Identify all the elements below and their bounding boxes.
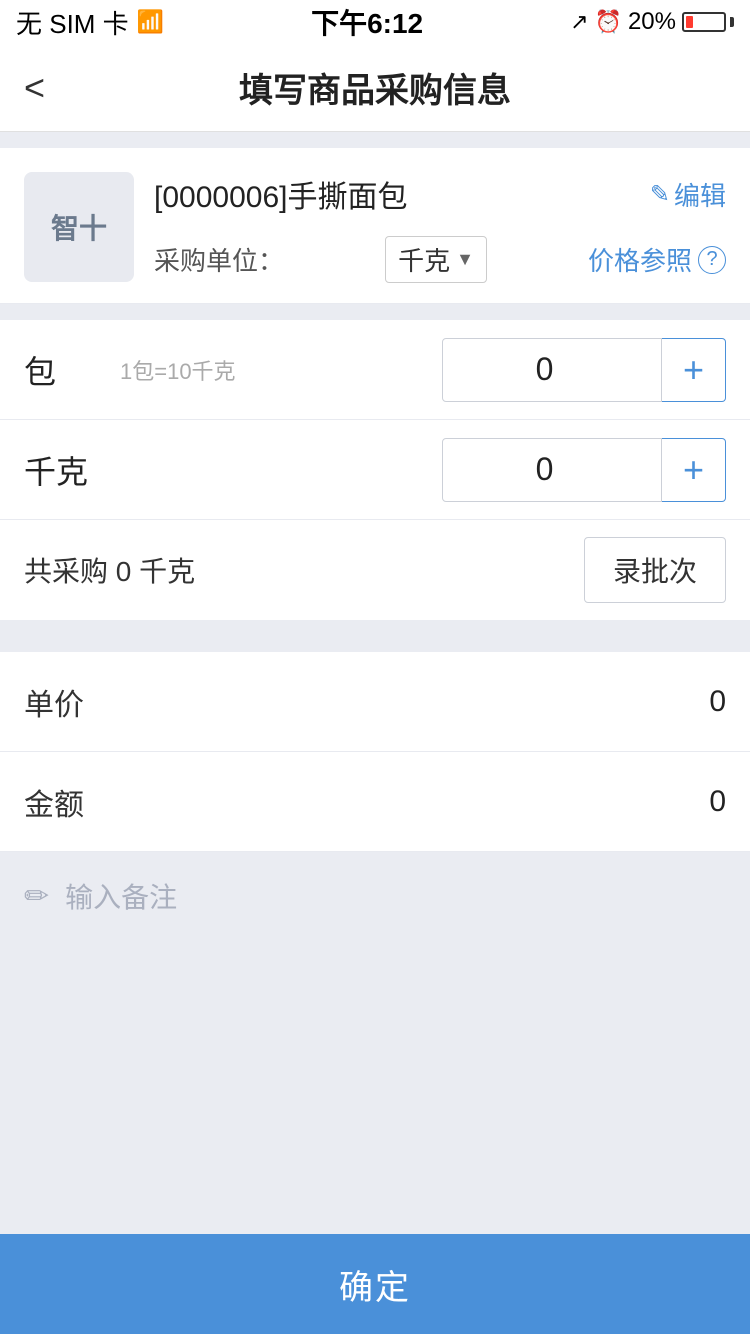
content-spacer [0,940,750,1220]
product-name: [0000006]手撕面包 [154,172,407,216]
input-section: 包 1包=10千克 + 千克 + 共采购 0 千克 录批次 [0,320,750,620]
unit-price-label: 单价 [24,680,84,724]
bag-number-input[interactable] [442,338,662,402]
pencil-icon: ✏ [24,879,49,914]
edit-icon: ✎ [650,180,670,209]
total-label: 共采购 0 千克 [24,550,195,590]
status-bar: 无 SIM 卡 📶 下午6:12 ↗ ⏰ 20% [0,0,750,44]
battery-icon [682,12,734,32]
kg-plus-button[interactable]: + [662,438,726,502]
amount-label: 金额 [24,780,84,824]
kg-input-row: 千克 + [0,420,750,520]
unit-price-row: 单价 0 [0,652,750,752]
product-image: 智十 [24,172,134,282]
remark-placeholder: 输入备注 [65,876,177,916]
bag-plus-button[interactable]: + [662,338,726,402]
unit-label: 采购单位： [154,241,284,278]
wifi-icon: 📶 [137,9,164,35]
status-right: ↗ ⏰ 20% [570,8,734,36]
dropdown-arrow-icon: ▼ [456,249,474,270]
bag-sublabel: 1包=10千克 [120,354,236,386]
kg-label: 千克 [24,447,114,493]
section-divider-2 [0,620,750,636]
price-ref-button[interactable]: 价格参照 ? [588,241,726,278]
back-button[interactable]: < [24,67,84,109]
carrier-label: 无 SIM 卡 [16,4,129,41]
bag-label: 包 [24,347,114,393]
unit-row: 采购单位： 千克 ▼ 价格参照 ? [154,236,726,283]
help-icon: ? [698,246,726,274]
alarm-icon: ⏰ [595,9,622,35]
section-divider-1 [0,304,750,320]
kg-input-group: + [442,438,726,502]
page-title: 填写商品采购信息 [239,63,511,112]
unit-price-value: 0 [709,685,726,719]
unit-select[interactable]: 千克 ▼ [385,236,487,283]
product-logo: 智十 [51,207,107,247]
bag-input-group: + [442,338,726,402]
record-batch-button[interactable]: 录批次 [584,537,726,603]
nav-bar: < 填写商品采购信息 [0,44,750,132]
product-name-row: [0000006]手撕面包 ✎ 编辑 [154,172,726,216]
pricing-section: 单价 0 金额 0 [0,652,750,852]
remark-section[interactable]: ✏ 输入备注 [0,852,750,940]
location-icon: ↗ [570,9,588,35]
amount-row: 金额 0 [0,752,750,852]
status-left: 无 SIM 卡 📶 [16,4,164,41]
total-row: 共采购 0 千克 录批次 [0,520,750,620]
status-time: 下午6:12 [311,2,423,42]
battery-label: 20% [628,8,676,36]
product-info: [0000006]手撕面包 ✎ 编辑 采购单位： 千克 ▼ 价格参照 ? [154,172,726,283]
kg-number-input[interactable] [442,438,662,502]
bag-input-row: 包 1包=10千克 + [0,320,750,420]
product-card: 智十 [0000006]手撕面包 ✎ 编辑 采购单位： 千克 ▼ [0,148,750,304]
confirm-button[interactable]: 确定 [0,1234,750,1334]
edit-button[interactable]: ✎ 编辑 [650,176,726,213]
amount-value: 0 [709,785,726,819]
